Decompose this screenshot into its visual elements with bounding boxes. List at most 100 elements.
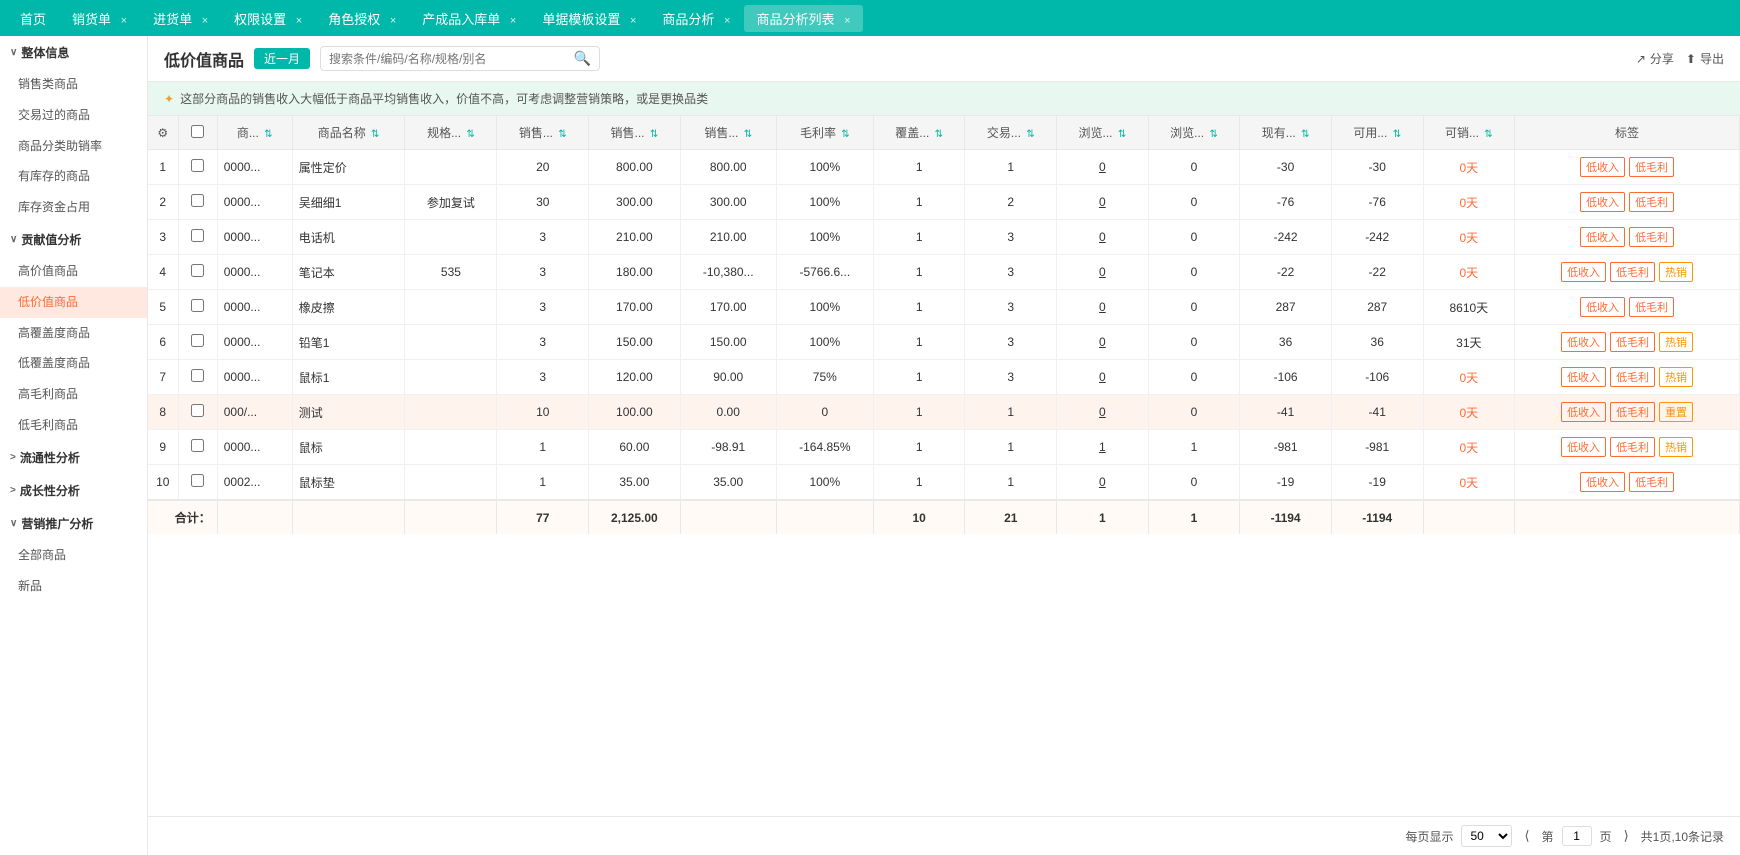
sidebar-item-stock-capital[interactable]: 库存资金占用	[0, 192, 147, 223]
row-checkbox[interactable]	[178, 255, 217, 290]
filter-tag[interactable]: 近一月	[254, 48, 310, 69]
row-view1[interactable]: 0	[1057, 255, 1149, 290]
search-icon[interactable]: 🔍	[574, 50, 591, 67]
sidebar-item-high-value[interactable]: 高价值商品	[0, 256, 147, 287]
export-button[interactable]: ⬆ 导出	[1686, 50, 1724, 67]
row-select-checkbox[interactable]	[191, 264, 204, 277]
name-col-header[interactable]: 商品名称 ⇅	[292, 116, 405, 150]
search-input[interactable]	[329, 52, 568, 66]
row-checkbox[interactable]	[178, 430, 217, 465]
sidebar-item-traded[interactable]: 交易过的商品	[0, 100, 147, 131]
row-select-checkbox[interactable]	[191, 299, 204, 312]
margin-col-header[interactable]: 毛利率 ⇅	[776, 116, 873, 150]
row-select-checkbox[interactable]	[191, 404, 204, 417]
next-page-button[interactable]: ⟩	[1620, 826, 1633, 846]
sidebar-item-all-products[interactable]: 全部商品	[0, 540, 147, 571]
row-select-checkbox[interactable]	[191, 474, 204, 487]
sidebar-item-new-products[interactable]: 新品	[0, 571, 147, 602]
view1-link[interactable]: 0	[1099, 265, 1106, 279]
view1-link[interactable]: 0	[1099, 335, 1106, 349]
row-select-checkbox[interactable]	[191, 229, 204, 242]
view1-link[interactable]: 0	[1099, 195, 1106, 209]
sidebar-section-liquidity[interactable]: > 流通性分析	[0, 441, 147, 474]
view1-link[interactable]: 0	[1099, 160, 1106, 174]
sidebar-item-in-stock[interactable]: 有库存的商品	[0, 161, 147, 192]
row-checkbox[interactable]	[178, 220, 217, 255]
row-select-checkbox[interactable]	[191, 369, 204, 382]
nav-purchase-close[interactable]: ×	[202, 15, 208, 27]
sidebar-item-sales-products[interactable]: 销售类商品	[0, 69, 147, 100]
row-checkbox[interactable]	[178, 185, 217, 220]
sidebar-section-marketing[interactable]: ∨ 营销推广分析	[0, 507, 147, 540]
nav-product-stock[interactable]: 产成品入库单 ×	[410, 5, 528, 32]
nav-home[interactable]: 首页	[8, 5, 58, 32]
nav-permissions[interactable]: 权限设置 ×	[222, 5, 314, 32]
nav-product-list[interactable]: 商品分析列表 ×	[744, 5, 862, 32]
row-view1[interactable]: 0	[1057, 465, 1149, 501]
view1-link[interactable]: 0	[1099, 370, 1106, 384]
row-select-checkbox[interactable]	[191, 194, 204, 207]
code-col-header[interactable]: 商... ⇅	[217, 116, 292, 150]
view1-link[interactable]: 0	[1099, 405, 1106, 419]
page-size-select[interactable]: 50 100 200	[1461, 825, 1512, 847]
row-select-checkbox[interactable]	[191, 159, 204, 172]
nav-permissions-close[interactable]: ×	[296, 15, 302, 27]
nav-sales-close[interactable]: ×	[121, 15, 127, 27]
row-checkbox[interactable]	[178, 290, 217, 325]
first-page-button[interactable]: ⟨	[1520, 826, 1533, 846]
view2-col-header[interactable]: 浏览... ⇅	[1148, 116, 1240, 150]
view1-col-header[interactable]: 浏览... ⇅	[1057, 116, 1149, 150]
row-select-checkbox[interactable]	[191, 334, 204, 347]
available-col-header[interactable]: 可用... ⇅	[1331, 116, 1423, 150]
sale-amount-col-header[interactable]: 销售... ⇅	[680, 116, 776, 150]
row-view1[interactable]: 0	[1057, 185, 1149, 220]
row-view1[interactable]: 0	[1057, 220, 1149, 255]
row-view1[interactable]: 0	[1057, 325, 1149, 360]
select-all-checkbox[interactable]	[191, 125, 204, 138]
nav-role-auth[interactable]: 角色授权 ×	[316, 5, 408, 32]
nav-sales[interactable]: 销货单 ×	[60, 5, 139, 32]
row-select-checkbox[interactable]	[191, 439, 204, 452]
share-button[interactable]: ↗ 分享	[1636, 50, 1674, 67]
row-view1[interactable]: 0	[1057, 360, 1149, 395]
view1-link[interactable]: 0	[1099, 300, 1106, 314]
nav-template[interactable]: 单据模板设置 ×	[530, 5, 648, 32]
row-checkbox[interactable]	[178, 395, 217, 430]
row-checkbox[interactable]	[178, 150, 217, 185]
sidebar-section-overall[interactable]: ∨ 整体信息	[0, 36, 147, 69]
sale-qty-col-header[interactable]: 销售... ⇅	[497, 116, 589, 150]
current-col-header[interactable]: 现有... ⇅	[1240, 116, 1332, 150]
nav-product-analysis[interactable]: 商品分析 ×	[650, 5, 742, 32]
row-view1[interactable]: 1	[1057, 430, 1149, 465]
tags-col-header[interactable]: 标签	[1515, 116, 1740, 150]
nav-template-close[interactable]: ×	[630, 15, 636, 27]
row-view1[interactable]: 0	[1057, 150, 1149, 185]
checkbox-col-header[interactable]	[178, 116, 217, 150]
sidebar-item-high-coverage[interactable]: 高覆盖度商品	[0, 318, 147, 349]
sidebar-item-high-margin[interactable]: 高毛利商品	[0, 379, 147, 410]
sidebar-item-low-coverage[interactable]: 低覆盖度商品	[0, 348, 147, 379]
view1-link[interactable]: 1	[1099, 440, 1106, 454]
sidebar-item-category-rate[interactable]: 商品分类助销率	[0, 131, 147, 162]
nav-list-close[interactable]: ×	[844, 15, 850, 27]
row-checkbox[interactable]	[178, 360, 217, 395]
nav-product-close[interactable]: ×	[510, 15, 516, 27]
sidebar-section-contribution[interactable]: ∨ 贡献值分析	[0, 223, 147, 256]
nav-purchase[interactable]: 进货单 ×	[141, 5, 220, 32]
row-view1[interactable]: 0	[1057, 290, 1149, 325]
table-wrapper[interactable]: ⚙ 商... ⇅ 商品名称 ⇅ 规格... ⇅ 销售... ⇅ 销售... ⇅ …	[148, 116, 1740, 816]
sidebar-section-growth[interactable]: > 成长性分析	[0, 474, 147, 507]
view1-link[interactable]: 0	[1099, 230, 1106, 244]
sidebar-item-low-value[interactable]: 低价值商品	[0, 287, 147, 318]
row-checkbox[interactable]	[178, 325, 217, 360]
settings-col-header[interactable]: ⚙	[148, 116, 178, 150]
view1-link[interactable]: 0	[1099, 475, 1106, 489]
row-checkbox[interactable]	[178, 465, 217, 501]
saleable-col-header[interactable]: 可销... ⇅	[1423, 116, 1515, 150]
row-view1[interactable]: 0	[1057, 395, 1149, 430]
nav-analysis-close[interactable]: ×	[724, 15, 730, 27]
trade-col-header[interactable]: 交易... ⇅	[965, 116, 1057, 150]
sidebar-item-low-margin[interactable]: 低毛利商品	[0, 410, 147, 441]
nav-role-close[interactable]: ×	[390, 15, 396, 27]
page-number-input[interactable]	[1562, 826, 1592, 846]
